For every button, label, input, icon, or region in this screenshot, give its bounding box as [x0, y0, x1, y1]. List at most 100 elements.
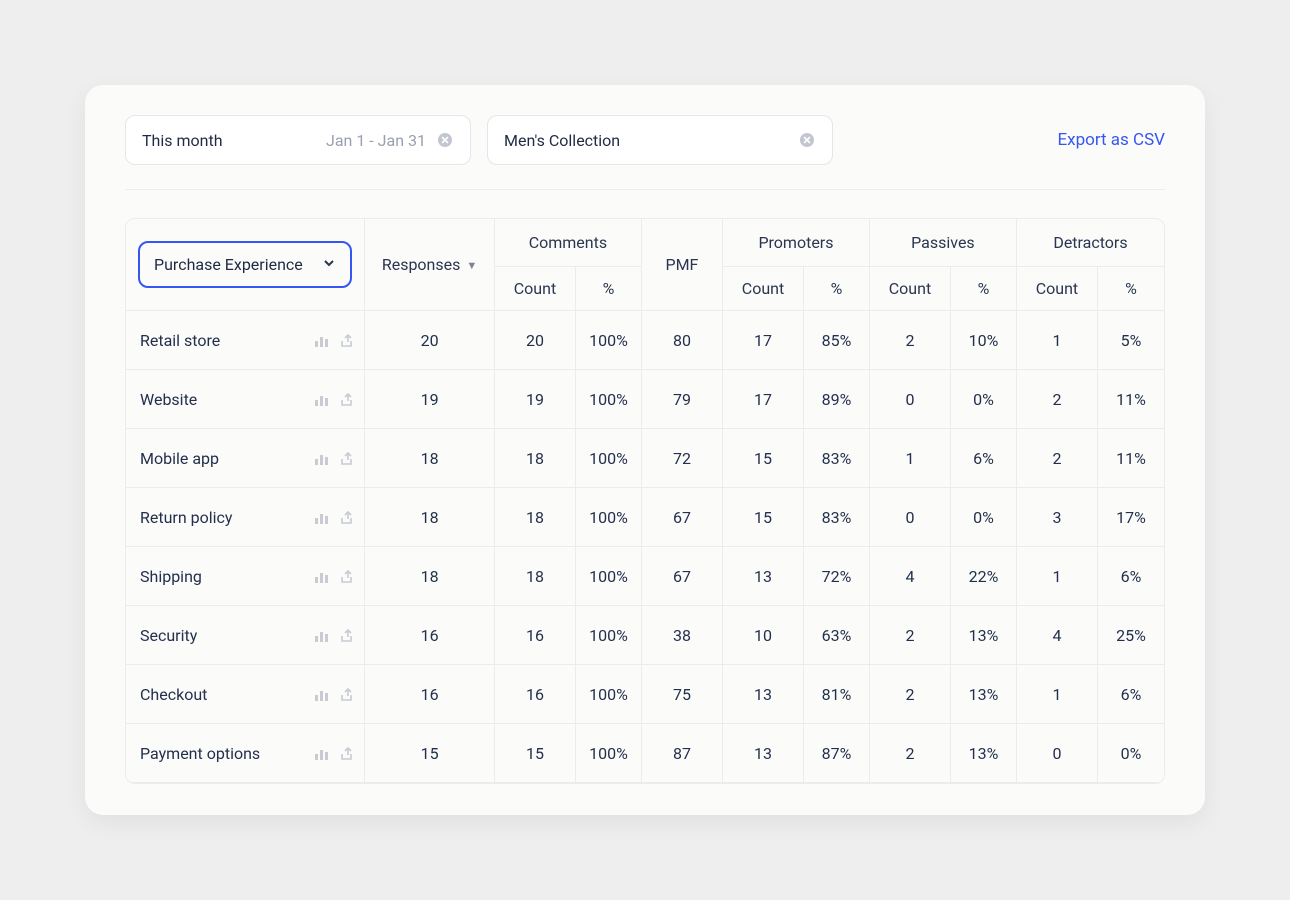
cell-promoters-pct: 83% [804, 429, 870, 488]
bar-chart-icon[interactable] [314, 569, 329, 584]
cell-category[interactable]: Website [126, 370, 365, 429]
cell-comments-count: 18 [495, 547, 576, 606]
cell-detractors-pct: 6% [1098, 665, 1164, 724]
cell-responses: 19 [365, 370, 495, 429]
cell-passives-pct: 0% [951, 488, 1017, 547]
date-range-value: Jan 1 - Jan 31 [326, 131, 426, 150]
cell-comments-count: 19 [495, 370, 576, 429]
cell-promoters-count: 13 [723, 665, 804, 724]
category-label: Return policy [140, 508, 232, 527]
cell-passives-count: 2 [870, 606, 951, 665]
share-icon[interactable] [339, 451, 354, 466]
category-selector-label: Purchase Experience [154, 255, 303, 274]
cell-comments-pct: 100% [576, 311, 642, 370]
cell-passives-count: 0 [870, 488, 951, 547]
cell-promoters-count: 15 [723, 488, 804, 547]
table-row: Retail store2020100%801785%210%15% [126, 311, 1164, 370]
bar-chart-icon[interactable] [314, 628, 329, 643]
export-csv-link[interactable]: Export as CSV [1057, 130, 1165, 150]
cell-passives-pct: 6% [951, 429, 1017, 488]
collection-filter[interactable]: Men's Collection [487, 115, 833, 165]
subheader-passives-count: Count [870, 267, 951, 311]
column-header-promoters[interactable]: Promoters [723, 219, 870, 267]
cell-detractors-count: 1 [1017, 665, 1098, 724]
cell-comments-count: 18 [495, 488, 576, 547]
cell-passives-pct: 22% [951, 547, 1017, 606]
cell-promoters-count: 15 [723, 429, 804, 488]
cell-detractors-count: 0 [1017, 724, 1098, 783]
cell-category[interactable]: Retail store [126, 311, 365, 370]
table-row: Return policy1818100%671583%00%317% [126, 488, 1164, 547]
column-header-pmf[interactable]: PMF [642, 219, 723, 311]
cell-pmf: 67 [642, 547, 723, 606]
cell-category[interactable]: Payment options [126, 724, 365, 783]
cell-promoters-pct: 83% [804, 488, 870, 547]
cell-responses: 18 [365, 429, 495, 488]
cell-detractors-count: 3 [1017, 488, 1098, 547]
column-header-passives[interactable]: Passives [870, 219, 1017, 267]
subheader-detractors-count: Count [1017, 267, 1098, 311]
cell-category[interactable]: Checkout [126, 665, 365, 724]
cell-responses: 16 [365, 665, 495, 724]
cell-passives-count: 2 [870, 724, 951, 783]
cell-pmf: 79 [642, 370, 723, 429]
share-icon[interactable] [339, 392, 354, 407]
clear-filter-icon[interactable] [798, 131, 816, 149]
subheader-promoters-count: Count [723, 267, 804, 311]
table-row: Website1919100%791789%00%211% [126, 370, 1164, 429]
cell-comments-pct: 100% [576, 547, 642, 606]
subheader-promoters-pct: % [804, 267, 870, 311]
cell-pmf: 75 [642, 665, 723, 724]
clear-date-icon[interactable] [436, 131, 454, 149]
cell-comments-count: 18 [495, 429, 576, 488]
category-label: Payment options [140, 744, 260, 763]
cell-promoters-count: 13 [723, 724, 804, 783]
cell-category[interactable]: Return policy [126, 488, 365, 547]
cell-category[interactable]: Shipping [126, 547, 365, 606]
cell-comments-pct: 100% [576, 370, 642, 429]
cell-detractors-count: 4 [1017, 606, 1098, 665]
cell-detractors-count: 1 [1017, 547, 1098, 606]
column-header-comments[interactable]: Comments [495, 219, 642, 267]
table-row: Security1616100%381063%213%425% [126, 606, 1164, 665]
cell-passives-count: 2 [870, 665, 951, 724]
date-range-label: This month [142, 131, 223, 150]
bar-chart-icon[interactable] [314, 746, 329, 761]
report-card: This month Jan 1 - Jan 31 Men's Collecti… [85, 85, 1205, 815]
category-label: Website [140, 390, 197, 409]
subheader-detractors-pct: % [1098, 267, 1164, 311]
cell-pmf: 87 [642, 724, 723, 783]
cell-responses: 16 [365, 606, 495, 665]
share-icon[interactable] [339, 569, 354, 584]
category-label: Retail store [140, 331, 220, 350]
cell-category[interactable]: Security [126, 606, 365, 665]
cell-detractors-count: 1 [1017, 311, 1098, 370]
cell-responses: 18 [365, 547, 495, 606]
category-selector[interactable]: Purchase Experience [138, 241, 352, 288]
bar-chart-icon[interactable] [314, 687, 329, 702]
share-icon[interactable] [339, 687, 354, 702]
cell-detractors-pct: 11% [1098, 429, 1164, 488]
cell-pmf: 80 [642, 311, 723, 370]
sort-desc-icon: ▼ [466, 259, 477, 272]
column-header-detractors[interactable]: Detractors [1017, 219, 1164, 267]
cell-passives-pct: 13% [951, 665, 1017, 724]
share-icon[interactable] [339, 746, 354, 761]
cell-detractors-pct: 6% [1098, 547, 1164, 606]
cell-category[interactable]: Mobile app [126, 429, 365, 488]
bar-chart-icon[interactable] [314, 510, 329, 525]
cell-comments-pct: 100% [576, 606, 642, 665]
bar-chart-icon[interactable] [314, 392, 329, 407]
category-label: Mobile app [140, 449, 219, 468]
share-icon[interactable] [339, 628, 354, 643]
share-icon[interactable] [339, 333, 354, 348]
column-header-responses[interactable]: Responses▼ [365, 219, 495, 311]
toolbar: This month Jan 1 - Jan 31 Men's Collecti… [85, 85, 1205, 189]
share-icon[interactable] [339, 510, 354, 525]
bar-chart-icon[interactable] [314, 451, 329, 466]
bar-chart-icon[interactable] [314, 333, 329, 348]
cell-detractors-count: 2 [1017, 370, 1098, 429]
date-range-filter[interactable]: This month Jan 1 - Jan 31 [125, 115, 471, 165]
table-wrap: Purchase Experience Responses▼ Comments … [85, 190, 1205, 810]
cell-passives-pct: 0% [951, 370, 1017, 429]
